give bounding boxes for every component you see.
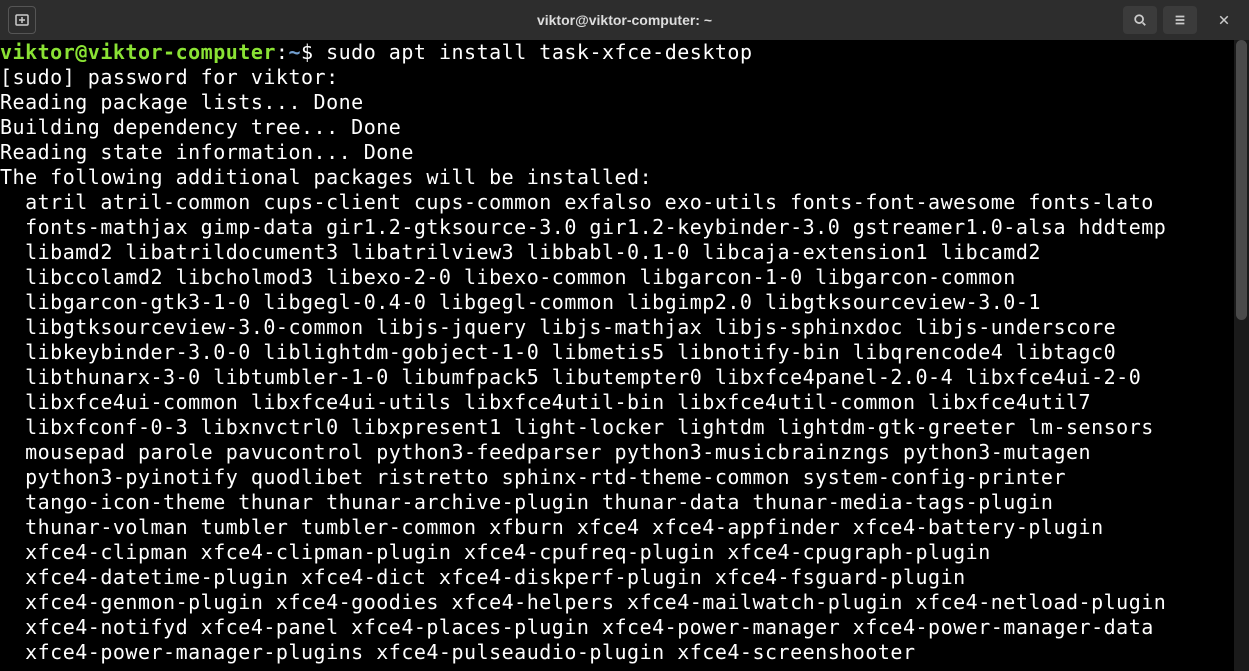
- close-button[interactable]: [1207, 6, 1241, 34]
- scrollbar-thumb[interactable]: [1236, 40, 1247, 320]
- terminal-output[interactable]: viktor@viktor-computer:~$ sudo apt insta…: [0, 40, 1234, 671]
- menu-button[interactable]: [1163, 6, 1197, 34]
- window-title: viktor@viktor-computer: ~: [537, 12, 712, 28]
- vertical-scrollbar[interactable]: [1234, 40, 1249, 671]
- search-button[interactable]: [1123, 6, 1157, 34]
- window-titlebar: viktor@viktor-computer: ~: [0, 0, 1249, 40]
- new-tab-button[interactable]: [8, 6, 36, 34]
